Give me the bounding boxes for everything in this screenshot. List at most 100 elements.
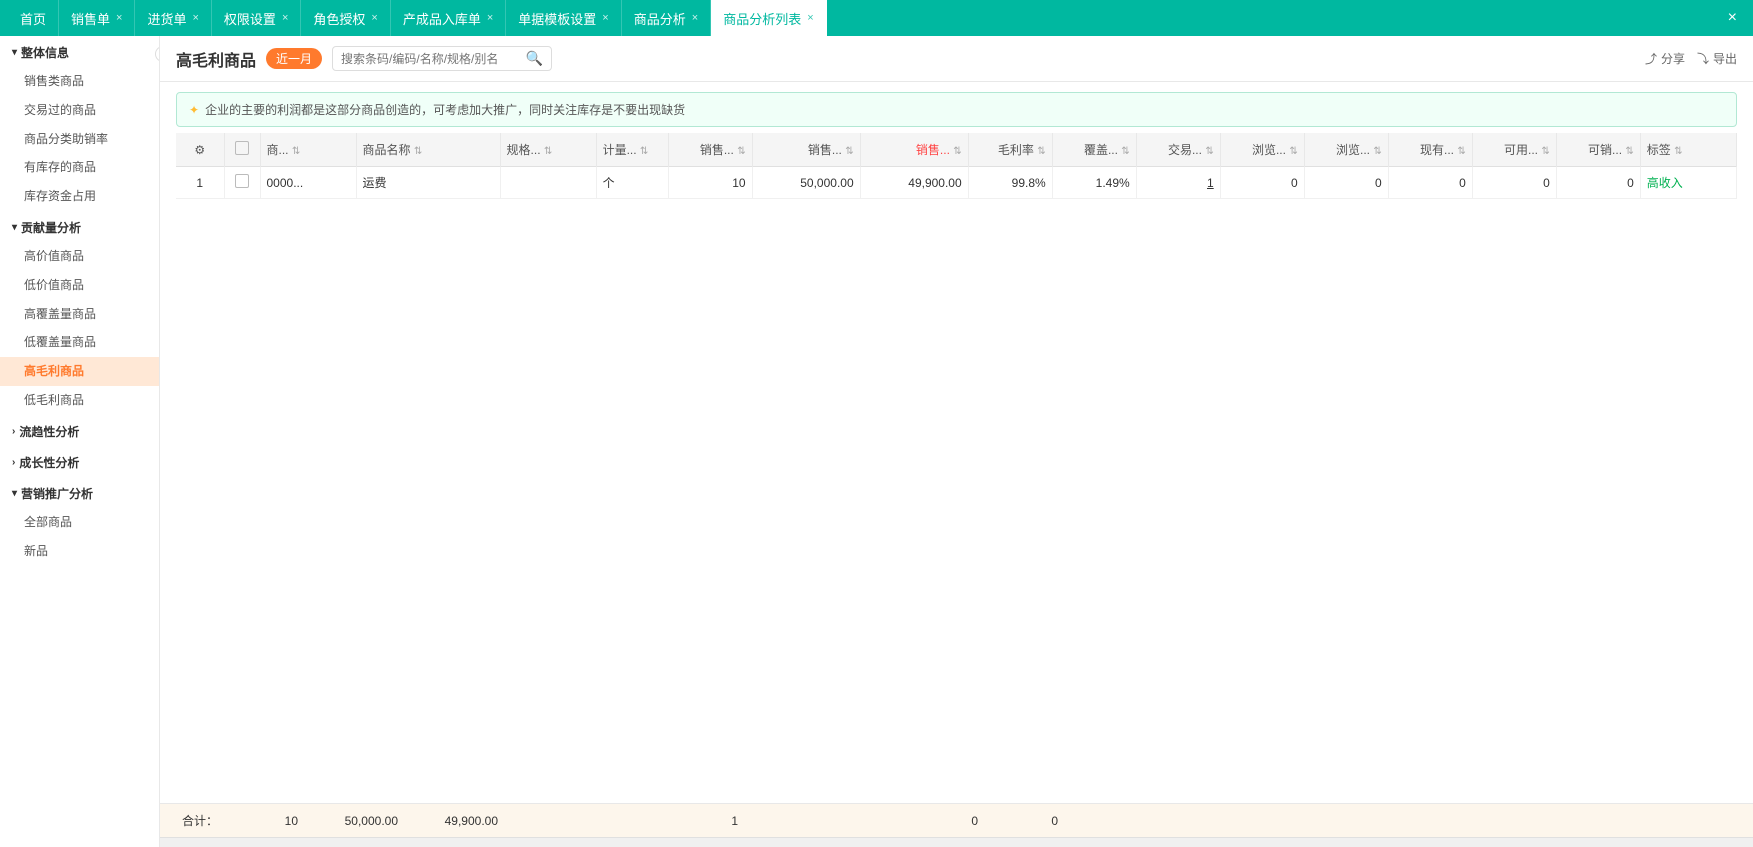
- sort-margin-icon: ⇅: [1037, 146, 1045, 157]
- sidebar-group-marketing[interactable]: ▾ 营销推广分析: [0, 477, 159, 508]
- tab-purchase[interactable]: 进货单 ×: [135, 0, 211, 36]
- sort-browse1-icon: ⇅: [1289, 146, 1297, 157]
- export-icon: ⤵: [1697, 50, 1709, 67]
- close-purchase-tab[interactable]: ×: [192, 12, 198, 24]
- tab-permission[interactable]: 权限设置 ×: [212, 0, 301, 36]
- sidebar-item-sales-goods[interactable]: 销售类商品: [0, 67, 159, 96]
- table-header-row: ⚙ 商... ⇅ 商品名称 ⇅ 规格...: [176, 133, 1737, 167]
- row-checkbox[interactable]: [224, 167, 260, 199]
- search-icon[interactable]: 🔍: [526, 50, 543, 67]
- sidebar-group-growth[interactable]: › 成长性分析: [0, 446, 159, 477]
- row-tag: 高收入: [1640, 167, 1736, 199]
- export-button[interactable]: ⤵ 导出: [1697, 50, 1737, 67]
- sort-sales-cost-icon: ⇅: [953, 146, 961, 157]
- close-finished-goods-tab[interactable]: ×: [487, 12, 493, 24]
- sidebar-item-new-products[interactable]: 新品: [0, 537, 159, 566]
- table-wrapper[interactable]: ⚙ 商... ⇅ 商品名称 ⇅ 规格...: [176, 133, 1737, 803]
- sidebar-item-all-products[interactable]: 全部商品: [0, 508, 159, 537]
- date-filter-button[interactable]: 近一月: [266, 48, 322, 69]
- sort-trade-icon: ⇅: [1205, 146, 1213, 157]
- th-margin[interactable]: 毛利率 ⇅: [968, 133, 1052, 167]
- row-browse1: 0: [1220, 167, 1304, 199]
- close-product-analysis-tab[interactable]: ×: [692, 12, 698, 24]
- search-box: 🔍: [332, 46, 552, 71]
- sidebar-item-low-value[interactable]: 低价值商品: [0, 271, 159, 300]
- sidebar-item-low-coverage[interactable]: 低覆盖量商品: [0, 328, 159, 357]
- sidebar-group-contribution[interactable]: ▾ 贡献量分析: [0, 211, 159, 242]
- app-close-button[interactable]: ×: [1720, 9, 1745, 27]
- th-cover[interactable]: 覆盖... ⇅: [1052, 133, 1136, 167]
- th-browse1[interactable]: 浏览... ⇅: [1220, 133, 1304, 167]
- row-stock2: 0: [1472, 167, 1556, 199]
- tab-finished-goods[interactable]: 产成品入库单 ×: [391, 0, 506, 36]
- sidebar-group-overall[interactable]: ▾ 整体信息: [0, 36, 159, 67]
- sort-spec-icon: ⇅: [544, 146, 552, 157]
- th-sales-amt[interactable]: 销售... ⇅: [752, 133, 860, 167]
- growth-arrow-icon: ›: [12, 457, 15, 468]
- th-tag[interactable]: 标签 ⇅: [1640, 133, 1736, 167]
- th-stock2[interactable]: 可用... ⇅: [1472, 133, 1556, 167]
- horizontal-scrollbar[interactable]: [160, 837, 1753, 847]
- sidebar-group-trend[interactable]: › 流趋性分析: [0, 415, 159, 446]
- footer-sales-qty: 10: [258, 814, 318, 828]
- search-input[interactable]: [341, 52, 526, 66]
- sort-sales-qty-icon: ⇅: [737, 146, 745, 157]
- sort-stock2-icon: ⇅: [1541, 146, 1549, 157]
- row-sales-qty: 10: [668, 167, 752, 199]
- share-button[interactable]: ⤴ 分享: [1645, 50, 1685, 67]
- row-checkbox-input[interactable]: [235, 174, 249, 188]
- close-product-analysis-list-tab[interactable]: ×: [807, 12, 813, 24]
- sidebar-item-category-rate[interactable]: 商品分类助销率: [0, 125, 159, 154]
- top-nav: 首页 销售单 × 进货单 × 权限设置 × 角色授权 × 产成品入库单 × 单据…: [0, 0, 1753, 36]
- close-template-tab[interactable]: ×: [602, 12, 608, 24]
- page-title: 高毛利商品: [176, 47, 256, 71]
- row-sales-amt: 50,000.00: [752, 167, 860, 199]
- sort-browse2-icon: ⇅: [1373, 146, 1381, 157]
- sidebar-item-stock-capital[interactable]: 库存资金占用: [0, 182, 159, 211]
- tab-template[interactable]: 单据模板设置 ×: [506, 0, 621, 36]
- tab-product-analysis-list[interactable]: 商品分析列表 ×: [711, 0, 826, 36]
- footer-sales-amt: 50,000.00: [318, 814, 418, 828]
- row-unit: 个: [596, 167, 668, 199]
- tab-home[interactable]: 首页: [8, 0, 59, 36]
- tab-role[interactable]: 角色授权 ×: [301, 0, 390, 36]
- close-role-tab[interactable]: ×: [371, 12, 377, 24]
- sidebar-item-high-value[interactable]: 高价值商品: [0, 242, 159, 271]
- sidebar-item-high-coverage[interactable]: 高覆盖量商品: [0, 300, 159, 329]
- th-settings[interactable]: ⚙: [176, 133, 224, 167]
- th-browse2[interactable]: 浏览... ⇅: [1304, 133, 1388, 167]
- th-name[interactable]: 商品名称 ⇅: [356, 133, 500, 167]
- header-checkbox[interactable]: [235, 141, 249, 155]
- close-permission-tab[interactable]: ×: [282, 12, 288, 24]
- footer-sales-cost: 49,900.00: [418, 814, 518, 828]
- sidebar-item-high-margin[interactable]: 高毛利商品: [0, 357, 159, 386]
- row-margin: 99.8%: [968, 167, 1052, 199]
- tab-sales[interactable]: 销售单 ×: [59, 0, 135, 36]
- th-checkbox[interactable]: [224, 133, 260, 167]
- sidebar-item-low-margin[interactable]: 低毛利商品: [0, 386, 159, 415]
- th-sales-qty[interactable]: 销售... ⇅: [668, 133, 752, 167]
- sidebar-item-stocked-goods[interactable]: 有库存的商品: [0, 153, 159, 182]
- tab-product-analysis[interactable]: 商品分析 ×: [622, 0, 711, 36]
- contribution-arrow-icon: ▾: [12, 222, 17, 233]
- th-trade[interactable]: 交易... ⇅: [1136, 133, 1220, 167]
- row-spec: [500, 167, 596, 199]
- th-unit[interactable]: 计量... ⇅: [596, 133, 668, 167]
- sort-code-icon: ⇅: [292, 146, 300, 157]
- close-sales-tab[interactable]: ×: [116, 12, 122, 24]
- footer-label: 合计：: [182, 812, 218, 829]
- row-browse2: 0: [1304, 167, 1388, 199]
- row-sales-cost: 49,900.00: [860, 167, 968, 199]
- th-spec[interactable]: 规格... ⇅: [500, 133, 596, 167]
- row-stock1: 0: [1388, 167, 1472, 199]
- row-stock3: 0: [1556, 167, 1640, 199]
- row-name: 运费: [356, 167, 500, 199]
- th-stock3[interactable]: 可销... ⇅: [1556, 133, 1640, 167]
- sidebar-item-traded-goods[interactable]: 交易过的商品: [0, 96, 159, 125]
- th-stock1[interactable]: 现有... ⇅: [1388, 133, 1472, 167]
- row-index: 1: [176, 167, 224, 199]
- th-sales-cost[interactable]: 销售... ⇅: [860, 133, 968, 167]
- sort-stock1-icon: ⇅: [1457, 146, 1465, 157]
- row-trade[interactable]: 1: [1136, 167, 1220, 199]
- th-code[interactable]: 商... ⇅: [260, 133, 356, 167]
